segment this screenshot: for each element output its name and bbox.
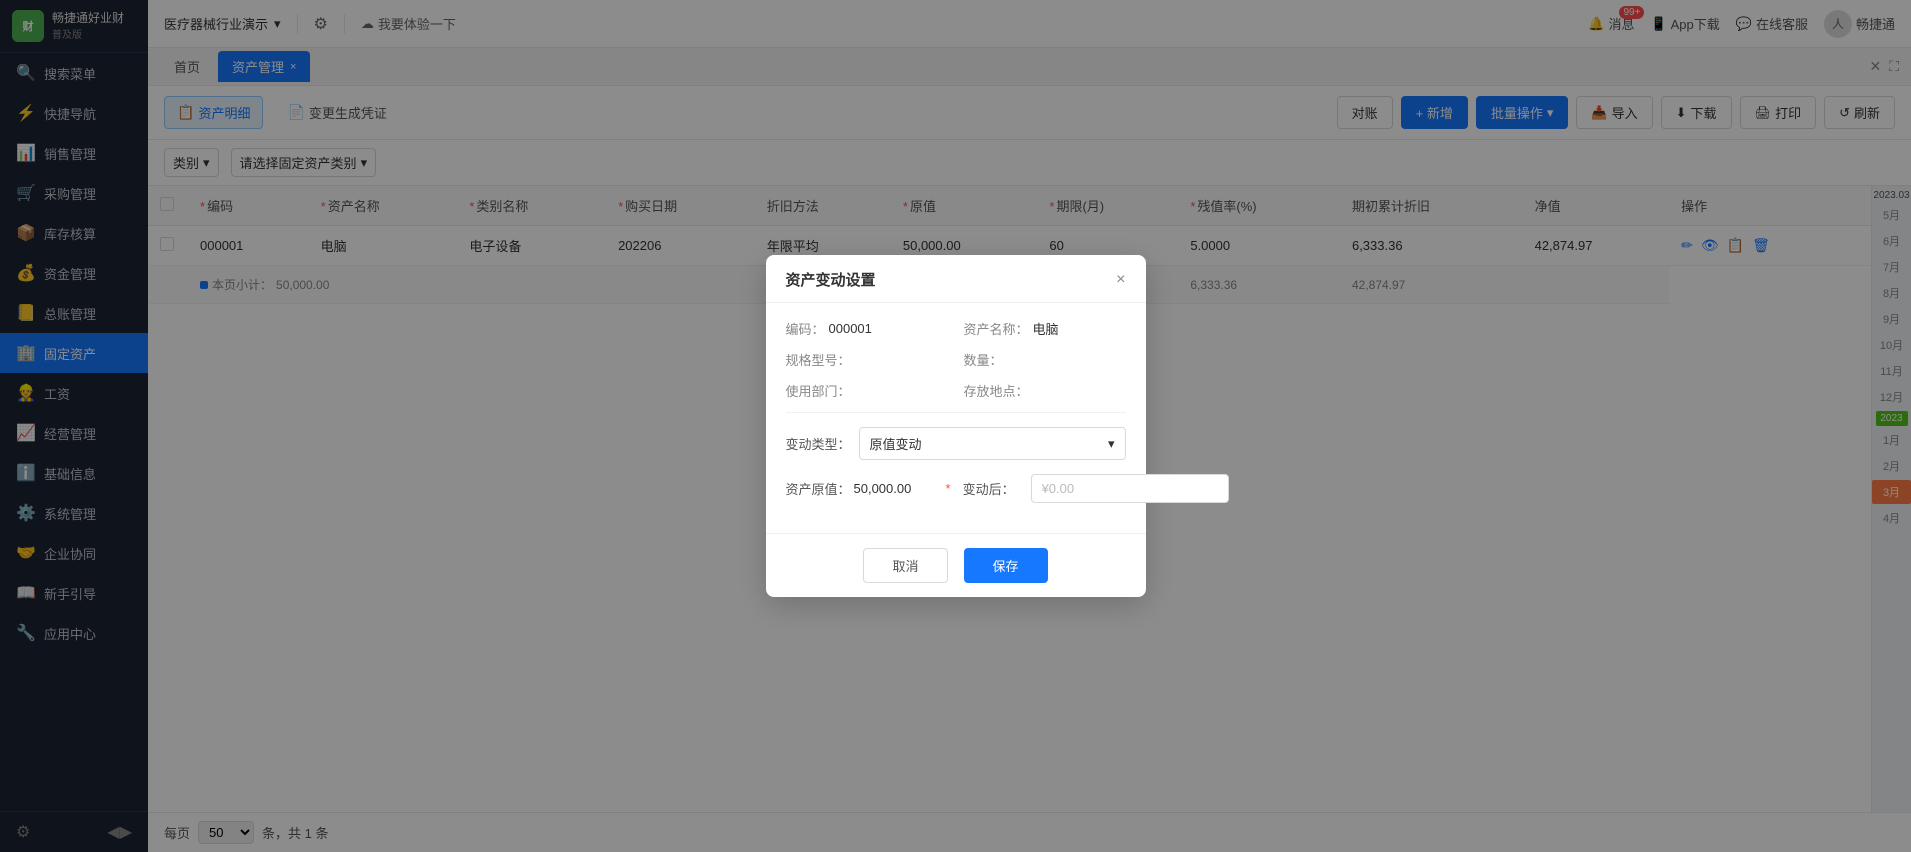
modal-field-dept: 使用部门： xyxy=(786,381,948,400)
modal-row-3: 使用部门： 存放地点： xyxy=(786,381,1126,400)
modal-change-type-row: 变动类型： 原值变动 ▾ xyxy=(786,427,1126,460)
modal-after-label: 变动后： xyxy=(963,479,1023,498)
modal-qty-label: 数量： xyxy=(964,350,1003,369)
modal-title: 资产变动设置 xyxy=(786,269,876,290)
modal-field-location: 存放地点： xyxy=(964,381,1126,400)
modal-body: 编码： 000001 资产名称： 电脑 规格型号： 数量： xyxy=(766,303,1146,533)
modal-close-icon[interactable]: × xyxy=(1116,271,1125,289)
modal-spec-label: 规格型号： xyxy=(786,350,851,369)
change-type-select[interactable]: 原值变动 ▾ xyxy=(859,427,1126,460)
modal-header: 资产变动设置 × xyxy=(766,255,1146,303)
change-type-chevron-icon: ▾ xyxy=(1108,436,1115,452)
modal-field-spec: 规格型号： xyxy=(786,350,948,369)
modal-field-name: 资产名称： 电脑 xyxy=(964,319,1126,338)
cancel-button[interactable]: 取消 xyxy=(863,548,947,583)
change-type-value: 原值变动 xyxy=(870,434,922,453)
modal-row-1: 编码： 000001 资产名称： 电脑 xyxy=(786,319,1126,338)
modal-dept-label: 使用部门： xyxy=(786,381,851,400)
modal-name-value: 电脑 xyxy=(1033,319,1059,338)
modal-change-type-label: 变动类型： xyxy=(786,434,851,453)
asset-change-modal: 资产变动设置 × 编码： 000001 资产名称： 电脑 规格型号： xyxy=(766,255,1146,597)
modal-field-qty: 数量： xyxy=(964,350,1126,369)
modal-location-label: 存放地点： xyxy=(964,381,1029,400)
modal-divider xyxy=(786,412,1126,413)
modal-name-label: 资产名称： xyxy=(964,319,1029,338)
modal-code-value: 000001 xyxy=(829,321,872,336)
modal-footer: 取消 保存 xyxy=(766,533,1146,597)
required-star: * xyxy=(946,481,951,496)
modal-overlay[interactable]: 资产变动设置 × 编码： 000001 资产名称： 电脑 规格型号： xyxy=(0,0,1911,852)
after-value-input[interactable] xyxy=(1031,474,1229,503)
modal-row-2: 规格型号： 数量： xyxy=(786,350,1126,369)
modal-asset-value: 50,000.00 xyxy=(854,481,934,496)
modal-field-code: 编码： 000001 xyxy=(786,319,948,338)
modal-code-label: 编码： xyxy=(786,319,825,338)
modal-asset-value-label: 资产原值： xyxy=(786,479,846,498)
modal-value-row: 资产原值： 50,000.00 * 变动后： xyxy=(786,474,1126,503)
save-button[interactable]: 保存 xyxy=(964,548,1048,583)
